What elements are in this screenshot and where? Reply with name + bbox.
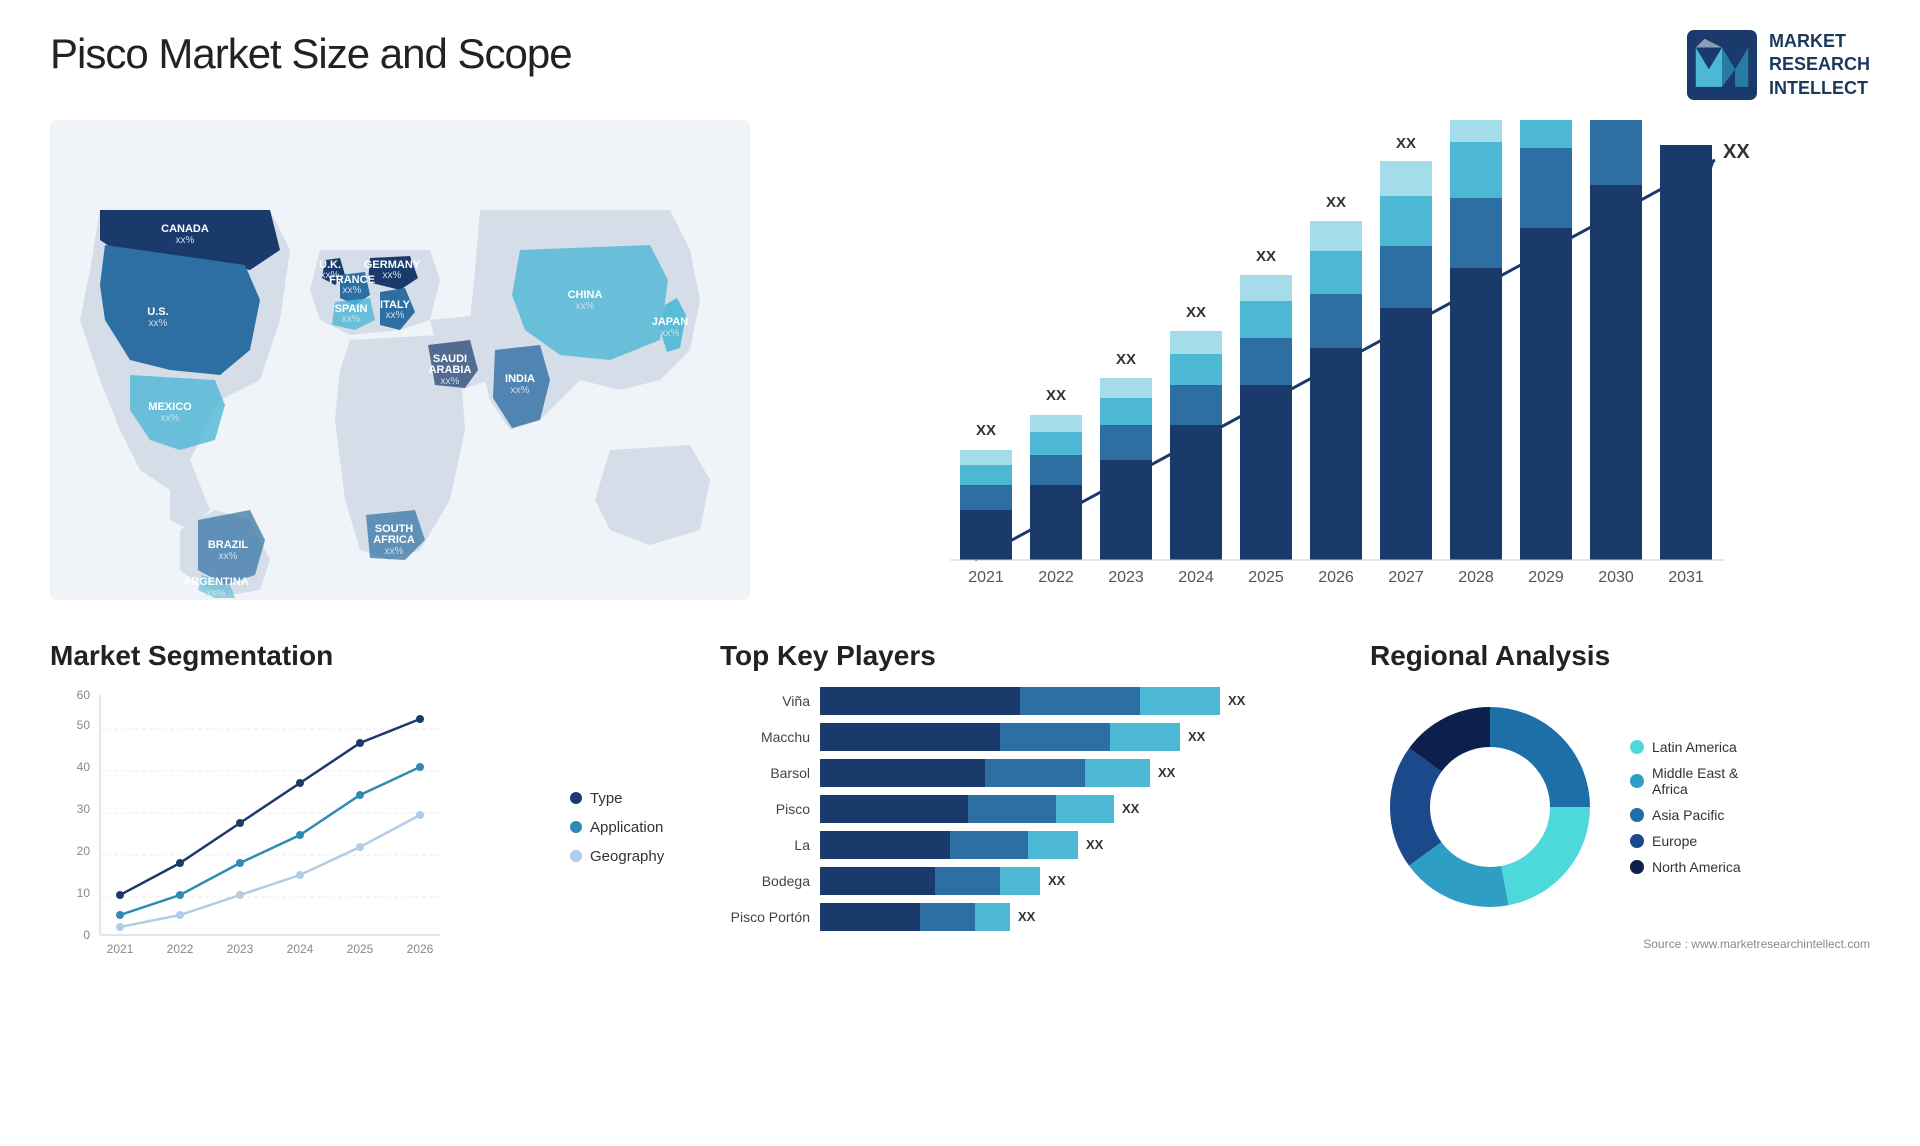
logo-icon xyxy=(1687,30,1757,100)
legend-geography: Geography xyxy=(570,848,690,865)
svg-text:xx%: xx% xyxy=(576,301,595,312)
svg-text:2025: 2025 xyxy=(347,942,374,956)
svg-text:XX: XX xyxy=(1116,351,1136,368)
svg-text:JAPAN: JAPAN xyxy=(652,316,689,328)
svg-text:60: 60 xyxy=(77,688,91,702)
svg-text:XX: XX xyxy=(1396,135,1416,152)
svg-text:2025: 2025 xyxy=(1248,569,1284,586)
donut-chart xyxy=(1370,687,1610,927)
source-text: Source : www.marketresearchintellect.com xyxy=(1370,937,1870,951)
svg-text:xx%: xx% xyxy=(149,318,168,329)
svg-text:CHINA: CHINA xyxy=(568,289,603,301)
svg-text:2024: 2024 xyxy=(1178,569,1214,586)
svg-text:2024: 2024 xyxy=(287,942,314,956)
legend-north-america: North America xyxy=(1630,859,1741,875)
players-bars: Viña XX Macchu XX xyxy=(720,687,1340,931)
svg-text:xx%: xx% xyxy=(385,546,404,557)
svg-text:BRAZIL: BRAZIL xyxy=(208,539,249,551)
svg-text:ARABIA: ARABIA xyxy=(429,364,472,376)
svg-text:AFRICA: AFRICA xyxy=(373,534,415,546)
svg-text:XX: XX xyxy=(1186,304,1206,321)
segmentation-legend: Type Application Geography xyxy=(570,790,690,865)
svg-text:2022: 2022 xyxy=(167,942,194,956)
donut-area: Latin America Middle East &Africa Asia P… xyxy=(1370,687,1870,927)
segmentation-title: Market Segmentation xyxy=(50,640,690,672)
svg-text:2021: 2021 xyxy=(968,569,1004,586)
svg-text:20: 20 xyxy=(77,844,91,858)
logo-text: MARKET RESEARCH INTELLECT xyxy=(1769,30,1870,100)
svg-text:XX: XX xyxy=(1326,194,1346,211)
list-item: Viña XX xyxy=(720,687,1340,715)
svg-text:xx%: xx% xyxy=(511,385,530,396)
svg-text:xx%: xx% xyxy=(441,376,460,387)
svg-text:xx%: xx% xyxy=(161,413,180,424)
svg-text:xx%: xx% xyxy=(386,310,405,321)
svg-text:2026: 2026 xyxy=(407,942,434,956)
svg-text:xx%: xx% xyxy=(176,235,195,246)
page-container: Pisco Market Size and Scope MARKET RESEA… xyxy=(0,0,1920,1146)
svg-text:XX: XX xyxy=(976,422,996,439)
list-item: Macchu XX xyxy=(720,723,1340,751)
svg-text:0: 0 xyxy=(83,928,90,942)
logo-area: MARKET RESEARCH INTELLECT xyxy=(1687,30,1870,100)
legend-dot-geography xyxy=(570,850,582,862)
growth-bar-chart: XX XX XX XX xyxy=(780,120,1870,620)
svg-text:ARGENTINA: ARGENTINA xyxy=(183,576,248,588)
legend-asia-pacific: Asia Pacific xyxy=(1630,807,1741,823)
svg-text:2028: 2028 xyxy=(1458,569,1494,586)
list-item: La XX xyxy=(720,831,1340,859)
regional-legend: Latin America Middle East &Africa Asia P… xyxy=(1630,739,1741,875)
svg-text:2022: 2022 xyxy=(1038,569,1074,586)
world-map: CANADA xx% U.S. xx% MEXICO xx% BRAZIL xx… xyxy=(50,120,750,600)
svg-text:XX: XX xyxy=(1256,248,1276,265)
legend-europe: Europe xyxy=(1630,833,1741,849)
legend-dot-application xyxy=(570,821,582,833)
svg-text:10: 10 xyxy=(77,886,91,900)
svg-text:xx%: xx% xyxy=(343,285,362,296)
list-item: Pisco Portón XX xyxy=(720,903,1340,931)
list-item: Bodega XX xyxy=(720,867,1340,895)
svg-text:2023: 2023 xyxy=(1108,569,1144,586)
svg-text:xx%: xx% xyxy=(661,328,680,339)
svg-text:MEXICO: MEXICO xyxy=(148,401,192,413)
svg-text:30: 30 xyxy=(77,802,91,816)
list-item: Pisco XX xyxy=(720,795,1340,823)
svg-text:2029: 2029 xyxy=(1528,569,1564,586)
legend-middle-east-africa: Middle East &Africa xyxy=(1630,765,1741,797)
players-title: Top Key Players xyxy=(720,640,1340,672)
svg-text:50: 50 xyxy=(77,718,91,732)
svg-text:2030: 2030 xyxy=(1598,569,1634,586)
svg-text:xx%: xx% xyxy=(219,551,238,562)
svg-text:2023: 2023 xyxy=(227,942,254,956)
svg-text:2031: 2031 xyxy=(1668,569,1704,586)
players-section: Top Key Players Viña XX Macchu xyxy=(720,640,1340,967)
segmentation-section: Market Segmentation 0 10 20 30 40 5 xyxy=(50,640,690,967)
svg-text:2021: 2021 xyxy=(107,942,134,956)
header: Pisco Market Size and Scope MARKET RESEA… xyxy=(50,30,1870,100)
svg-text:xx%: xx% xyxy=(383,270,402,281)
svg-text:XX: XX xyxy=(1723,141,1750,163)
svg-text:40: 40 xyxy=(77,760,91,774)
svg-text:2026: 2026 xyxy=(1318,569,1354,586)
legend-latin-america: Latin America xyxy=(1630,739,1741,755)
svg-text:CANADA: CANADA xyxy=(161,223,209,235)
svg-text:INDIA: INDIA xyxy=(505,373,535,385)
legend-dot-type xyxy=(570,792,582,804)
regional-title: Regional Analysis xyxy=(1370,640,1870,672)
svg-text:2027: 2027 xyxy=(1388,569,1424,586)
legend-type: Type xyxy=(570,790,690,807)
svg-text:XX: XX xyxy=(1046,387,1066,404)
svg-text:xx%: xx% xyxy=(342,314,361,325)
regional-section: Regional Analysis xyxy=(1370,640,1870,967)
legend-application: Application xyxy=(570,819,690,836)
list-item: Barsol XX xyxy=(720,759,1340,787)
svg-text:U.S.: U.S. xyxy=(147,306,168,318)
page-title: Pisco Market Size and Scope xyxy=(50,30,572,78)
svg-text:xx%: xx% xyxy=(207,588,226,599)
